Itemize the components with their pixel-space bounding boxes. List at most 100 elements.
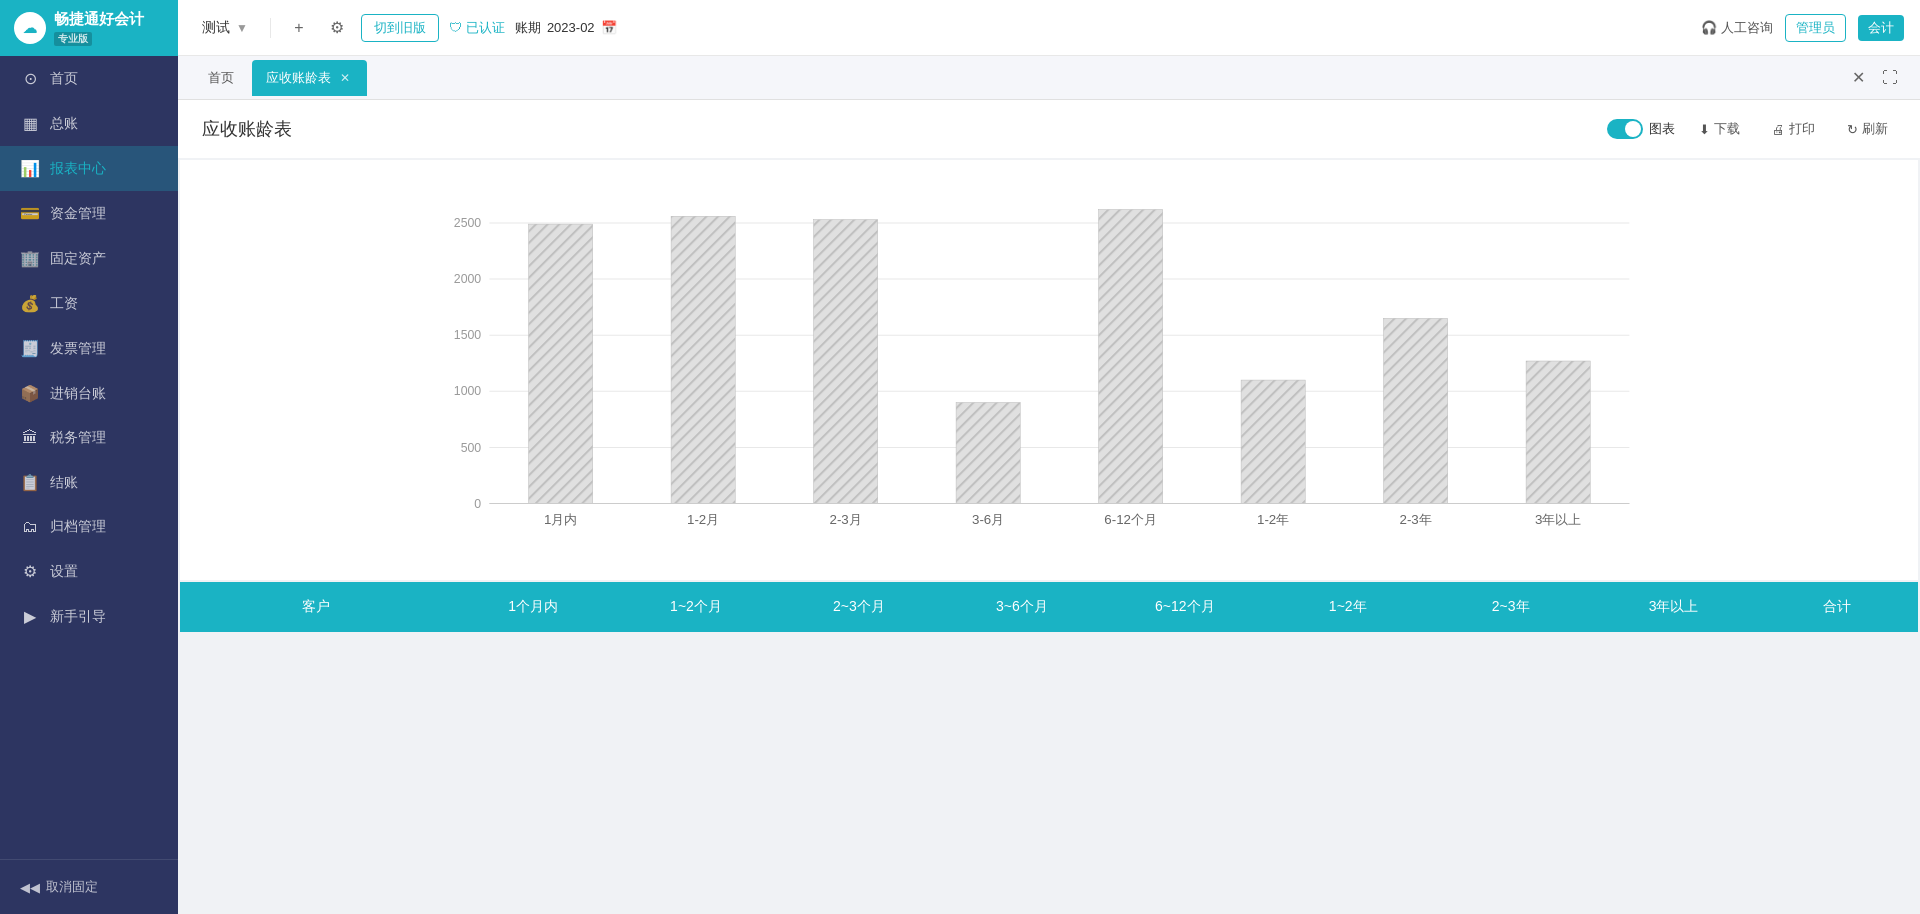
sidebar: ☁ 畅捷通好会计 专业版 ⊙ 首页 ▦ 总账 📊 报表中心 💳 资金管理 🏢 固…	[0, 0, 178, 914]
close-tab-button[interactable]: ✕	[1844, 64, 1872, 92]
sidebar-item-label-settings: 设置	[50, 563, 78, 581]
sidebar-item-general-ledger[interactable]: ▦ 总账	[0, 101, 178, 146]
logo-text: 畅捷通好会计 专业版	[54, 10, 144, 46]
role-button[interactable]: 会计	[1858, 15, 1904, 41]
gear-icon: ⚙	[330, 18, 344, 37]
chart-toggle[interactable]: 图表	[1607, 119, 1675, 139]
sidebar-item-fixed-assets[interactable]: 🏢 固定资产	[0, 236, 178, 281]
sidebar-item-label-fixed-assets: 固定资产	[50, 250, 106, 268]
sidebar-item-fund-management[interactable]: 💳 资金管理	[0, 191, 178, 236]
fund-management-icon: 💳	[20, 204, 40, 223]
certified-icon: 🛡	[449, 20, 462, 35]
sidebar-item-label-invoice: 发票管理	[50, 340, 106, 358]
tab-bar: 首页应收账龄表 ✕ ✕ ⛶	[178, 56, 1920, 100]
sidebar-item-invoice[interactable]: 🧾 发票管理	[0, 326, 178, 371]
chart-table-container: 050010001500200025001月内1-2月2-3月3-6月6-12个…	[178, 158, 1920, 914]
svg-text:1000: 1000	[454, 384, 482, 398]
archive-icon: 🗂	[20, 518, 40, 536]
add-button[interactable]: +	[285, 14, 313, 42]
print-button[interactable]: 🖨 打印	[1764, 116, 1823, 142]
svg-rect-20	[956, 403, 1020, 504]
consult-button[interactable]: 🎧 人工咨询	[1701, 19, 1773, 37]
topbar: 测试 ▼ + ⚙ 切到旧版 🛡 已认证 账期 2023-02 📅 🎧 人工咨询 …	[178, 0, 1920, 56]
company-name: 测试	[202, 19, 230, 37]
payroll-icon: 💰	[20, 294, 40, 313]
svg-rect-28	[1526, 361, 1590, 504]
cancel-fixed-btn[interactable]: ◀◀ 取消固定	[14, 870, 164, 904]
sidebar-item-label-archive: 归档管理	[50, 518, 106, 536]
table-header-6: 1~2年	[1266, 582, 1429, 632]
user-button[interactable]: 管理员	[1785, 14, 1846, 42]
table-header-8: 3年以上	[1592, 582, 1755, 632]
sidebar-item-payroll[interactable]: 💰 工资	[0, 281, 178, 326]
reports-icon: 📊	[20, 159, 40, 178]
svg-text:1-2年: 1-2年	[1257, 512, 1289, 527]
table-header: 客户1个月内1~2个月2~3个月3~6个月6~12个月1~2年2~3年3年以上合…	[180, 582, 1918, 632]
period-display: 账期 2023-02 📅	[515, 19, 617, 37]
settings-icon: ⚙	[20, 562, 40, 581]
home-icon: ⊙	[20, 69, 40, 88]
guide-icon: ▶	[20, 607, 40, 626]
sidebar-item-archive[interactable]: 🗂 归档管理	[0, 505, 178, 549]
svg-rect-18	[814, 220, 878, 504]
sidebar-item-tax[interactable]: 🏛 税务管理	[0, 416, 178, 460]
sidebar-item-label-closing: 结账	[50, 474, 78, 492]
sidebar-item-label-fund-management: 资金管理	[50, 205, 106, 223]
chart-toggle-switch[interactable]	[1607, 119, 1643, 139]
sidebar-item-label-purchase-sales: 进销台账	[50, 385, 106, 403]
svg-text:500: 500	[461, 441, 482, 455]
svg-text:6-12个月: 6-12个月	[1104, 512, 1157, 527]
svg-rect-14	[529, 224, 593, 503]
tab-label-accounts-receivable-aging: 应收账龄表	[266, 69, 331, 87]
table-header-4: 3~6个月	[940, 582, 1103, 632]
tab-accounts-receivable-aging[interactable]: 应收账龄表 ✕	[252, 60, 367, 96]
cancel-fixed-label: 取消固定	[46, 878, 98, 896]
tab-close-accounts-receivable-aging[interactable]: ✕	[337, 70, 353, 86]
download-label: 下载	[1714, 120, 1740, 138]
refresh-icon: ↻	[1847, 122, 1858, 137]
table-wrapper: 客户1个月内1~2个月2~3个月3~6个月6~12个月1~2年2~3年3年以上合…	[180, 582, 1918, 632]
tab-home[interactable]: 首页	[194, 60, 248, 96]
svg-text:2000: 2000	[454, 272, 482, 286]
app-name: 畅捷通好会计	[54, 10, 144, 28]
svg-text:3年以上: 3年以上	[1535, 512, 1581, 527]
certified-badge: 🛡 已认证	[449, 19, 505, 37]
sidebar-item-label-reports: 报表中心	[50, 160, 106, 178]
sidebar-item-label-tax: 税务管理	[50, 429, 106, 447]
sidebar-item-label-payroll: 工资	[50, 295, 78, 313]
table-header-1: 1个月内	[452, 582, 615, 632]
tax-icon: 🏛	[20, 429, 40, 447]
sidebar-item-reports[interactable]: 📊 报表中心	[0, 146, 178, 191]
headset-icon: 🎧	[1701, 20, 1717, 35]
svg-text:1月内: 1月内	[544, 512, 577, 527]
print-icon: 🖨	[1772, 122, 1785, 137]
add-icon: +	[294, 19, 303, 37]
settings-button[interactable]: ⚙	[323, 14, 351, 42]
topbar-right: 🎧 人工咨询 管理员 会计	[1701, 14, 1904, 42]
app-edition: 专业版	[54, 32, 92, 46]
page-title: 应收账龄表	[202, 117, 292, 141]
svg-text:2-3年: 2-3年	[1400, 512, 1432, 527]
sidebar-item-purchase-sales[interactable]: 📦 进销台账	[0, 371, 178, 416]
sidebar-item-label-general-ledger: 总账	[50, 115, 78, 133]
bar-chart: 050010001500200025001月内1-2月2-3月3-6月6-12个…	[200, 180, 1888, 560]
certified-label: 已认证	[466, 19, 505, 37]
company-selector[interactable]: 测试 ▼	[194, 15, 256, 41]
print-label: 打印	[1789, 120, 1815, 138]
chart-toggle-label: 图表	[1649, 120, 1675, 138]
sidebar-item-home[interactable]: ⊙ 首页	[0, 56, 178, 101]
sidebar-item-settings[interactable]: ⚙ 设置	[0, 549, 178, 594]
download-button[interactable]: ⬇ 下载	[1691, 116, 1748, 142]
table-header-2: 1~2个月	[615, 582, 778, 632]
switch-old-version-button[interactable]: 切到旧版	[361, 14, 439, 42]
refresh-button[interactable]: ↻ 刷新	[1839, 116, 1896, 142]
svg-text:2-3月: 2-3月	[830, 512, 862, 527]
calendar-icon[interactable]: 📅	[601, 20, 617, 35]
sidebar-item-guide[interactable]: ▶ 新手引导	[0, 594, 178, 639]
svg-rect-24	[1241, 380, 1305, 503]
sidebar-logo: ☁ 畅捷通好会计 专业版	[0, 0, 178, 56]
general-ledger-icon: ▦	[20, 114, 40, 133]
sidebar-item-closing[interactable]: 📋 结账	[0, 460, 178, 505]
expand-tab-button[interactable]: ⛶	[1876, 64, 1904, 92]
svg-text:0: 0	[474, 497, 481, 511]
